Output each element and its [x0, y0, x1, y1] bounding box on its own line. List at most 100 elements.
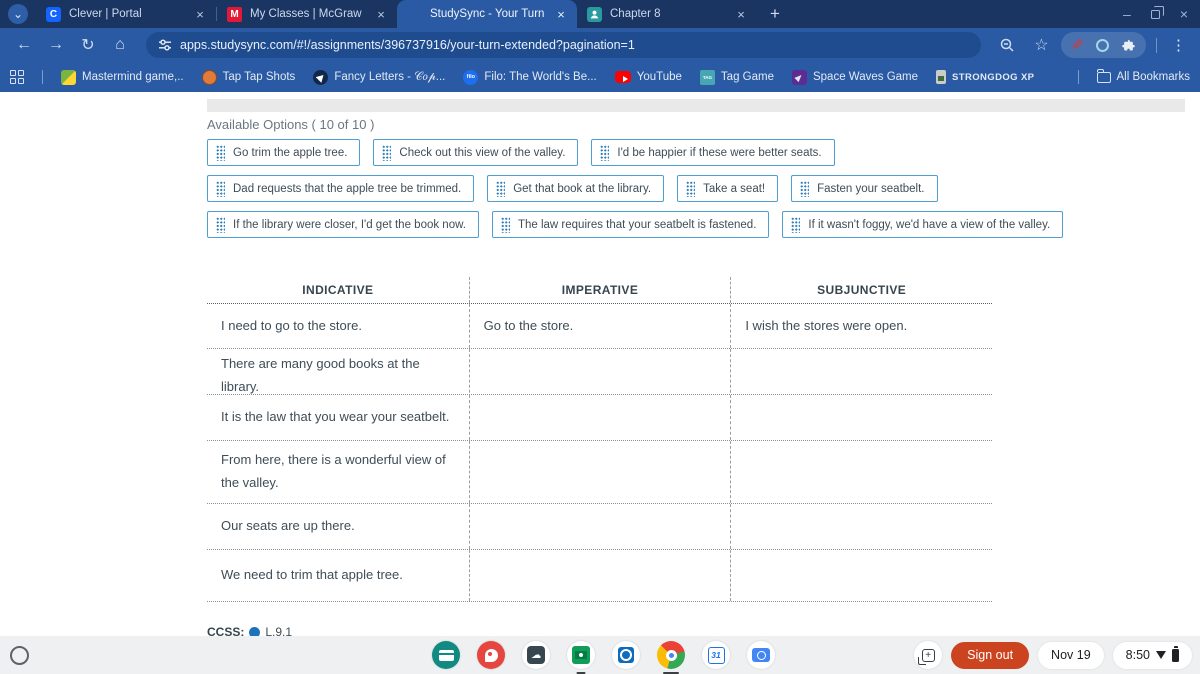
close-tab-icon[interactable]: × — [733, 6, 749, 22]
option-chip[interactable]: Check out this view of the valley. — [373, 139, 579, 166]
bookmark-tap-tap-shots[interactable]: Tap Tap Shots — [201, 69, 296, 85]
calendar-app-icon[interactable]: 31 — [702, 641, 730, 669]
drop-cell[interactable] — [730, 395, 992, 440]
date-label: Nov 19 — [1051, 648, 1091, 662]
bookmark-tag-game[interactable]: TAG Tag Game — [699, 69, 774, 85]
shield-extension-icon[interactable] — [1096, 38, 1109, 52]
table-cell: It is the law that you wear your seatbel… — [221, 409, 450, 425]
minimize-icon[interactable]: – — [1123, 6, 1131, 22]
column-header: INDICATIVE — [302, 283, 374, 297]
option-label: Take a seat! — [703, 182, 766, 195]
bookmark-filo[interactable]: filo Filo: The World's Be... — [463, 69, 597, 85]
drop-cell[interactable] — [468, 550, 731, 601]
reload-icon: ↻ — [81, 37, 95, 54]
table-row: We need to trim that apple tree. — [207, 550, 992, 602]
content-top-strip — [207, 99, 1185, 112]
bookmark-space-waves[interactable]: Space Waves Game — [791, 69, 918, 85]
drop-cell[interactable] — [730, 441, 992, 503]
bookmark-fancy-letters[interactable]: Fancy Letters - 𝒞𝑜𝓅... — [313, 69, 445, 85]
address-bar[interactable]: apps.studysync.com/#!/assignments/396737… — [146, 32, 982, 58]
drag-handle-icon — [800, 180, 810, 197]
screen-capture-button[interactable]: + — [914, 641, 943, 669]
drag-handle-icon — [216, 144, 225, 161]
browser-menu-button[interactable]: ⋮ — [1167, 36, 1190, 54]
bookmark-mastermind[interactable]: Mastermind game,.. — [61, 69, 184, 85]
bookmark-label: Tap Tap Shots — [222, 71, 296, 83]
camera-app-icon[interactable] — [747, 641, 775, 669]
puzzle-extensions-icon[interactable] — [1121, 38, 1136, 53]
clever-favicon: C — [46, 6, 61, 22]
canvas-app-icon[interactable] — [477, 641, 505, 669]
close-tab-icon[interactable]: × — [192, 6, 208, 22]
drop-cell[interactable] — [468, 441, 731, 503]
close-tab-icon[interactable]: × — [373, 6, 389, 22]
chrome-app-icon[interactable] — [657, 641, 685, 674]
extensions-group: ✎ — [1061, 32, 1146, 58]
close-window-icon[interactable]: × — [1180, 6, 1188, 22]
restore-icon[interactable] — [1150, 6, 1165, 19]
url-text[interactable]: apps.studysync.com/#!/assignments/396737… — [180, 38, 635, 52]
bookmark-star-button[interactable]: ☆ — [1027, 31, 1055, 59]
tab-label: My Classes | McGraw Hill — [250, 8, 365, 20]
tab-mcgraw-hill[interactable]: M My Classes | McGraw Hill × — [217, 0, 397, 28]
all-bookmarks-label: All Bookmarks — [1116, 71, 1191, 83]
option-label: Go trim the apple tree. — [233, 146, 348, 159]
shelf-apps: ☁ 31 — [432, 641, 775, 674]
drop-cell[interactable] — [730, 504, 992, 549]
table-cell: Go to the store. — [468, 304, 731, 348]
zoom-button[interactable] — [993, 31, 1021, 59]
bookmark-youtube[interactable]: YouTube — [614, 71, 682, 83]
drag-handle-icon — [791, 216, 801, 233]
bookmarks-bar: Mastermind game,.. Tap Tap Shots Fancy L… — [0, 62, 1200, 92]
sign-out-button[interactable]: Sign out — [951, 641, 1030, 669]
person-icon — [590, 10, 599, 18]
option-chip[interactable]: If it wasn't foggy, we'd have a view of … — [782, 211, 1064, 238]
tune-icon[interactable] — [158, 38, 172, 52]
table-cell: I wish the stores were open. — [730, 304, 992, 348]
column-header: SUBJUNCTIVE — [730, 277, 992, 303]
gallery-app-icon[interactable]: ☁ — [522, 641, 550, 669]
tab-clever-portal[interactable]: C Clever | Portal × — [36, 0, 216, 28]
option-chip[interactable]: Go trim the apple tree. — [207, 139, 361, 166]
wallet-app-icon[interactable] — [432, 641, 460, 669]
classroom-app-icon[interactable] — [567, 641, 595, 674]
pen-extension-icon[interactable]: ✎ — [1071, 36, 1084, 54]
option-chip[interactable]: Take a seat! — [677, 175, 779, 202]
option-chip[interactable]: Fasten your seatbelt. — [791, 175, 938, 202]
standard-info-icon[interactable] — [249, 626, 261, 636]
tab-studysync-active[interactable]: StudySync - Your Turn 1 - Verb × — [397, 0, 577, 28]
option-chip[interactable]: The law requires that your seatbelt is f… — [491, 211, 770, 238]
magnifier-icon — [1001, 38, 1014, 52]
drop-cell[interactable] — [730, 550, 992, 601]
back-button[interactable]: ← — [10, 31, 38, 59]
tab-search-button[interactable]: ⌄ — [8, 4, 28, 24]
new-tab-button[interactable]: + — [763, 2, 787, 26]
option-chip[interactable]: Get that book at the library. — [487, 175, 665, 202]
table-row: I need to go to the store. Go to the sto… — [207, 304, 992, 349]
reload-button[interactable]: ↻ — [74, 31, 102, 59]
tab-chapter-8[interactable]: Chapter 8 × — [577, 0, 757, 28]
option-chip[interactable]: I'd be happier if these were better seat… — [591, 139, 835, 166]
mastermind-icon — [61, 69, 76, 85]
forward-button[interactable]: → — [42, 31, 70, 59]
bookmark-strongdog[interactable]: STRONGDOG XP — [936, 70, 1034, 84]
fancy-letters-icon — [313, 69, 329, 85]
date-pill[interactable]: Nov 19 — [1038, 641, 1104, 669]
bookmark-label: Tag Game — [720, 71, 774, 83]
all-bookmarks-button[interactable]: All Bookmarks — [1096, 69, 1191, 83]
drop-cell[interactable] — [468, 504, 731, 549]
home-button[interactable]: ⌂ — [106, 31, 134, 59]
bookmarks-divider — [42, 70, 43, 84]
launcher-button[interactable] — [10, 645, 29, 665]
drop-cell[interactable] — [468, 395, 731, 440]
option-chip[interactable]: If the library were closer, I'd get the … — [207, 211, 479, 238]
close-tab-icon[interactable]: × — [553, 6, 569, 22]
option-label: Dad requests that the apple tree be trim… — [233, 182, 462, 195]
option-label: Get that book at the library. — [513, 182, 652, 195]
toolbar-divider — [1156, 37, 1157, 53]
apps-grid-icon[interactable] — [10, 70, 24, 84]
option-chip[interactable]: Dad requests that the apple tree be trim… — [207, 175, 475, 202]
time-status-pill[interactable]: 8:50 — [1112, 641, 1192, 669]
ccss-code: L.9.1 — [265, 625, 293, 636]
mail-app-icon[interactable] — [612, 641, 640, 669]
